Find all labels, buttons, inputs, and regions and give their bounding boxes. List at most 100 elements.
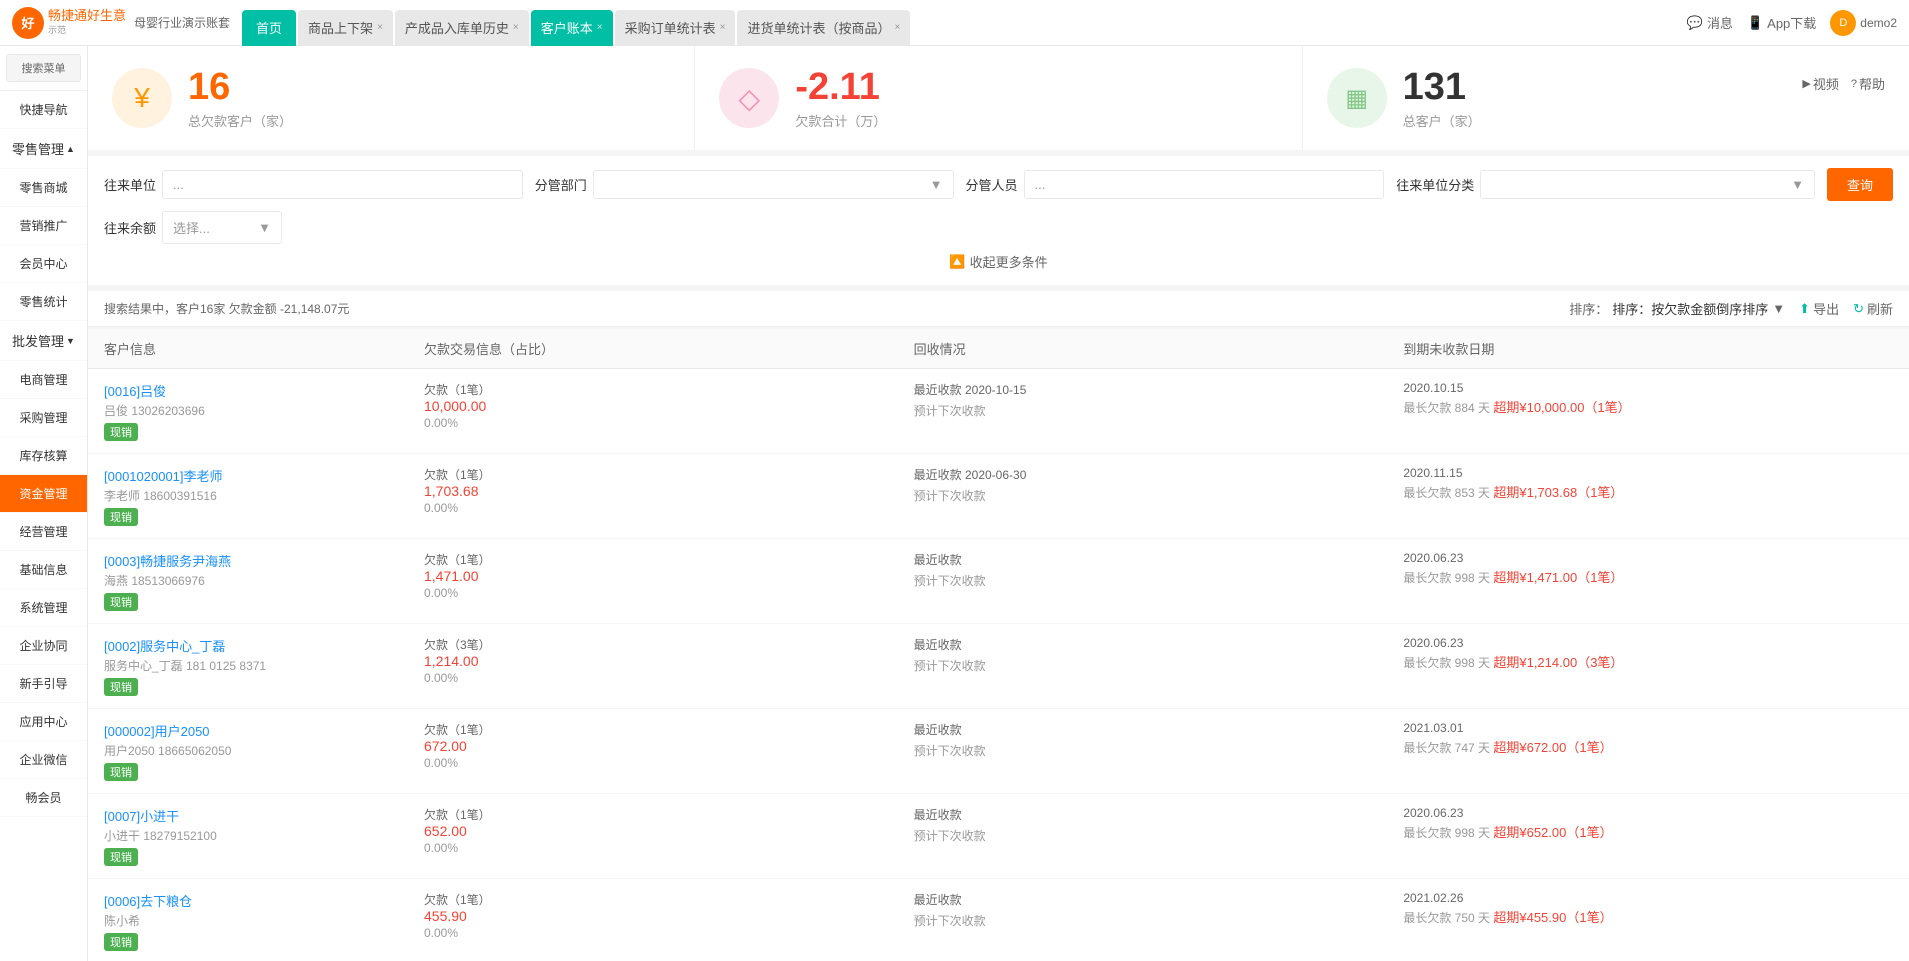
customer-id-name[interactable]: [0007]小进干: [104, 806, 424, 825]
sidebar-item-system[interactable]: 系统管理: [0, 589, 87, 627]
debt-amount: 1,703.68: [424, 483, 914, 499]
refresh-btn[interactable]: ↻ 刷新: [1853, 299, 1893, 318]
help-link[interactable]: ? 帮助: [1851, 74, 1885, 93]
close-icon[interactable]: ×: [513, 22, 519, 33]
col-header-collection: 回收情况: [914, 339, 1404, 358]
next-collect: 预计下次收款: [914, 402, 1404, 419]
debt-count: 欠款（1笔）: [424, 551, 914, 568]
table-row: [0016]吕俊 吕俊 13026203696 现销 欠款（1笔） 10,000…: [88, 369, 1909, 454]
overdue-days-link: 最长欠款 747 天 超期¥672.00（1笔）: [1403, 737, 1893, 756]
customer-id-name[interactable]: [0001020001]李老师: [104, 466, 424, 485]
overdue-link[interactable]: 超期¥1,703.68（1笔）: [1493, 485, 1623, 500]
filter-category-label: 往来单位分类: [1396, 175, 1474, 194]
sidebar-item-newbie[interactable]: 新手引导: [0, 665, 87, 703]
overdue-link[interactable]: 超期¥652.00（1笔）: [1493, 825, 1612, 840]
filter-section: 往来单位 ... 分管部门 ▼ 分管人员 ...: [88, 156, 1909, 285]
overdue-date: 2020.11.15: [1403, 466, 1893, 480]
video-link[interactable]: ▶ 视频: [1802, 74, 1838, 93]
customer-detail: 用户2050 18665062050: [104, 742, 424, 759]
stat-icon-amount: ◇: [719, 68, 779, 128]
filter-balance: 往来余额 选择... ▼: [104, 211, 282, 244]
recent-collect: 最近收款: [914, 551, 1404, 568]
overdue-link[interactable]: 超期¥1,471.00（1笔）: [1493, 570, 1623, 585]
close-icon[interactable]: ×: [895, 22, 901, 33]
filter-person-input[interactable]: ...: [1024, 170, 1385, 199]
customer-id-name[interactable]: [0016]吕俊: [104, 381, 424, 400]
col-header-overdue: 到期未收款日期: [1403, 339, 1893, 358]
sidebar-item-retail-shop[interactable]: 零售商城: [0, 169, 87, 207]
customer-id-name[interactable]: [0006]去下粮仓: [104, 891, 424, 910]
message-btn[interactable]: 💬 消息: [1687, 13, 1733, 32]
debt-amount: 10,000.00: [424, 398, 914, 414]
overdue-link[interactable]: 超期¥10,000.00（1笔）: [1493, 400, 1630, 415]
filter-category-select[interactable]: ▼: [1480, 170, 1815, 199]
debt-count: 欠款（1笔）: [424, 721, 914, 738]
tab-home[interactable]: 首页: [242, 10, 296, 46]
sidebar-item-retail-mgmt[interactable]: 零售管理▲: [0, 129, 87, 169]
sidebar-item-wholesale-mgmt[interactable]: 批发管理▼: [0, 321, 87, 361]
tab-warehouse-history[interactable]: 产成品入库单历史 ×: [395, 10, 529, 46]
app-download-btn[interactable]: 📱 App下载: [1747, 13, 1816, 32]
results-bar: 搜索结果中，客户16家 欠款金额 -21,148.07元 排序： 排序：按欠款金…: [88, 291, 1909, 327]
overdue-info: 2020.06.23 最长欠款 998 天 超期¥652.00（1笔）: [1403, 806, 1893, 841]
customer-id-name[interactable]: [0002]服务中心_丁磊: [104, 636, 424, 655]
tab-product-onoff[interactable]: 商品上下架 ×: [298, 10, 393, 46]
sidebar-item-finance[interactable]: 资金管理: [0, 475, 87, 513]
stat-label-total-customers: 总客户（家）: [1403, 111, 1787, 130]
collection-info: 最近收款 预计下次收款: [914, 551, 1404, 589]
top-right-actions: 💬 消息 📱 App下载 D demo2: [1687, 10, 1897, 36]
sidebar-item-basic-info[interactable]: 基础信息: [0, 551, 87, 589]
sort-btn[interactable]: 排序： 排序：按欠款金额倒序排序 ▼: [1569, 299, 1785, 318]
filter-unit-input[interactable]: ...: [162, 170, 523, 199]
sidebar-item-purchase-mgmt[interactable]: 采购管理: [0, 399, 87, 437]
tab-purchase-order[interactable]: 采购订单统计表 ×: [615, 10, 736, 46]
customer-info: [0007]小进干 小进干 18279152100 现销: [104, 806, 424, 866]
recent-collect: 最近收款: [914, 806, 1404, 823]
close-icon[interactable]: ×: [597, 22, 603, 33]
sidebar-item-weixin[interactable]: 企业微信: [0, 741, 87, 779]
sidebar-item-apps[interactable]: 应用中心: [0, 703, 87, 741]
sidebar-item-member2[interactable]: 畅会员: [0, 779, 87, 817]
overdue-info: 2021.03.01 最长欠款 747 天 超期¥672.00（1笔）: [1403, 721, 1893, 756]
sidebar-item-member[interactable]: 会员中心: [0, 245, 87, 283]
stat-number-total-customers: 131: [1403, 66, 1787, 109]
sidebar-item-operations[interactable]: 经营管理: [0, 513, 87, 551]
overdue-link[interactable]: 超期¥1,214.00（3笔）: [1493, 655, 1623, 670]
sidebar-item-quick-nav[interactable]: 快捷导航: [0, 91, 87, 129]
search-button[interactable]: 查询: [1827, 168, 1893, 201]
debt-info: 欠款（1笔） 1,703.68 0.00%: [424, 466, 914, 515]
overdue-link[interactable]: 超期¥455.90（1笔）: [1493, 910, 1612, 925]
filter-dept-select[interactable]: ▼: [593, 170, 954, 199]
search-menu-btn[interactable]: 搜索菜单: [0, 46, 87, 91]
export-btn[interactable]: ⬆ 导出: [1799, 299, 1839, 318]
overdue-info: 2020.06.23 最长欠款 998 天 超期¥1,214.00（3笔）: [1403, 636, 1893, 671]
main-content: ¥ 16 总欠款客户（家） ◇ -2.11 欠款合计（万） ▦ 131 总: [88, 46, 1909, 961]
debt-info: 欠款（1笔） 652.00 0.00%: [424, 806, 914, 855]
logo-icon: 好: [12, 7, 44, 39]
filter-dept: 分管部门 ▼: [535, 170, 954, 199]
overdue-link[interactable]: 超期¥672.00（1笔）: [1493, 740, 1612, 755]
overdue-info: 2020.06.23 最长欠款 998 天 超期¥1,471.00（1笔）: [1403, 551, 1893, 586]
stat-label-debt-customers: 总欠款客户（家）: [188, 111, 292, 130]
filter-balance-select[interactable]: 选择... ▼: [162, 211, 282, 244]
filter-person: 分管人员 ...: [966, 170, 1385, 199]
overdue-info: 2021.02.26 最长欠款 750 天 超期¥455.90（1笔）: [1403, 891, 1893, 926]
tab-customer-account[interactable]: 客户账本 ×: [531, 10, 613, 46]
sidebar-item-marketing[interactable]: 营销推广: [0, 207, 87, 245]
customer-id-name[interactable]: [000002]用户2050: [104, 721, 424, 740]
collapse-row[interactable]: 🔼 收起更多条件: [104, 250, 1893, 273]
tab-inbound-stats[interactable]: 进货单统计表（按商品） ×: [737, 10, 910, 46]
overdue-date: 2020.10.15: [1403, 381, 1893, 395]
next-collect: 预计下次收款: [914, 657, 1404, 674]
sidebar-item-retail-stats[interactable]: 零售统计: [0, 283, 87, 321]
close-icon[interactable]: ×: [720, 22, 726, 33]
collection-info: 最近收款 预计下次收款: [914, 891, 1404, 929]
user-avatar[interactable]: D demo2: [1830, 10, 1897, 36]
logo-area: 好 畅捷通好生意 示范: [12, 7, 126, 39]
sidebar-item-ecommerce[interactable]: 电商管理: [0, 361, 87, 399]
close-icon[interactable]: ×: [377, 22, 383, 33]
customer-id-name[interactable]: [0003]畅捷服务尹海燕: [104, 551, 424, 570]
sidebar-item-inventory[interactable]: 库存核算: [0, 437, 87, 475]
filter-person-label: 分管人员: [966, 175, 1018, 194]
sidebar-item-enterprise[interactable]: 企业协同: [0, 627, 87, 665]
